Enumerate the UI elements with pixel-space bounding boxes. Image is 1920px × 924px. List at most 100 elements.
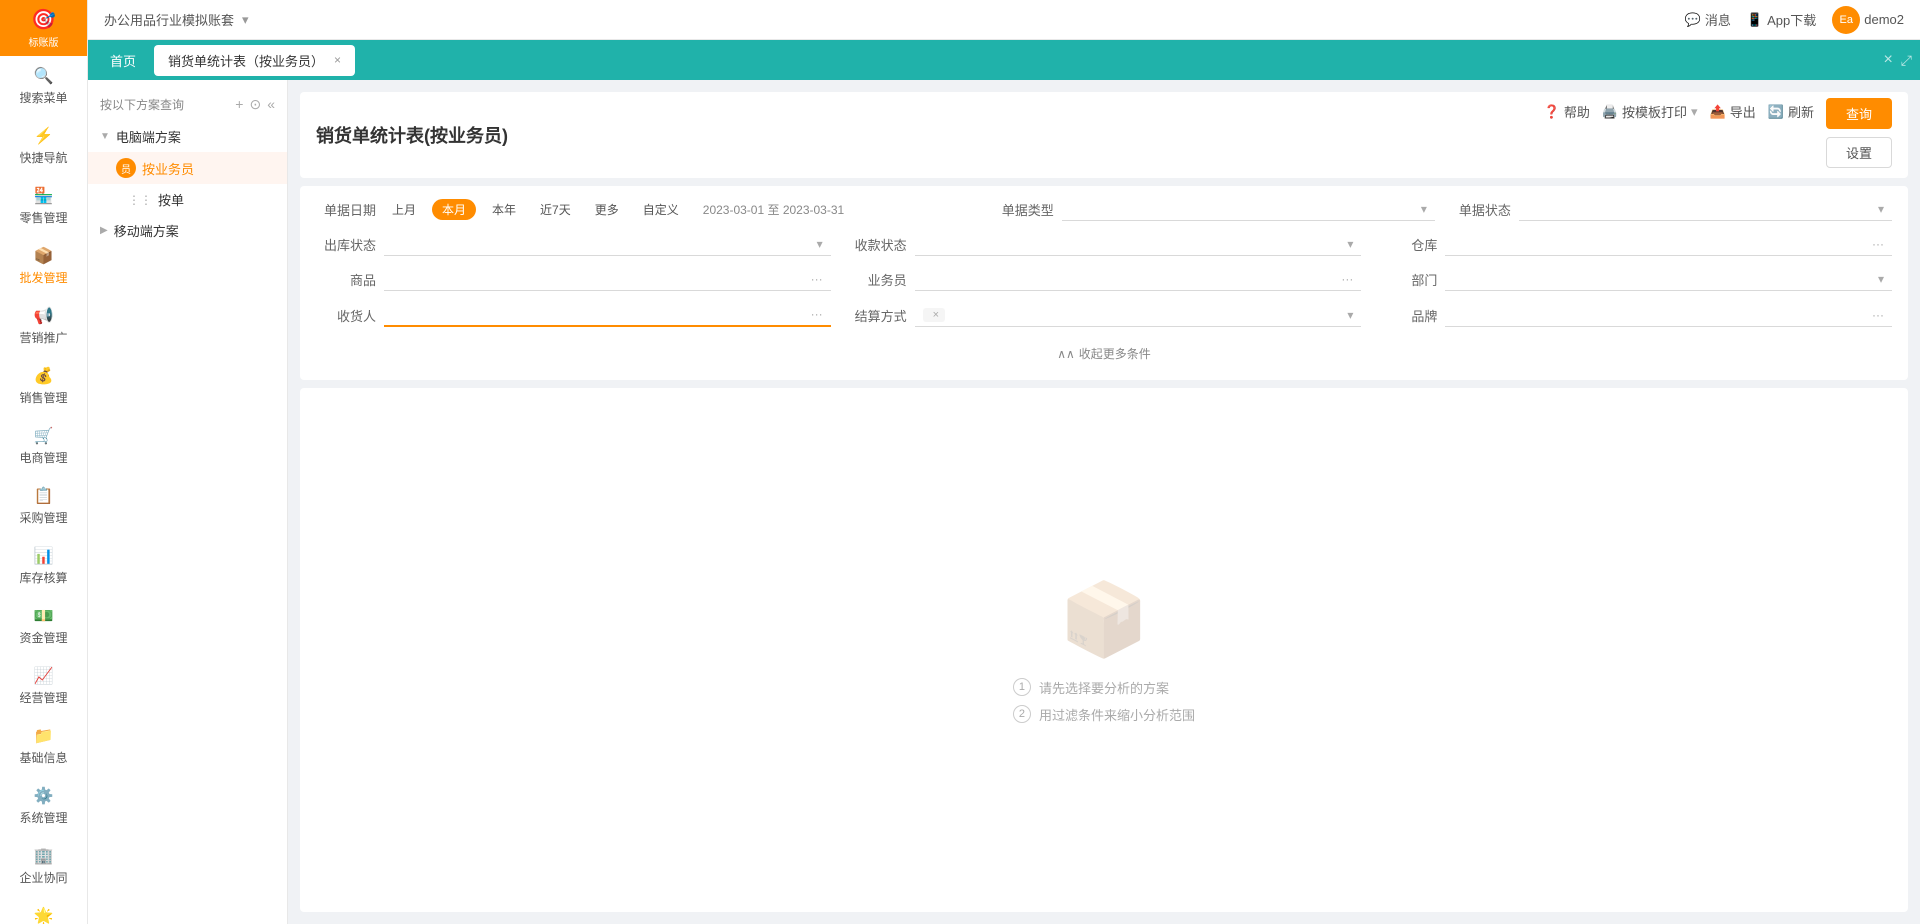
warehouse-label: 仓库 bbox=[1377, 235, 1437, 254]
dropdown-arrow-icon[interactable]: ▾ bbox=[242, 12, 249, 28]
sidebar-item-ecommerce[interactable]: 🛒 电商管理 bbox=[0, 416, 87, 476]
date-label: 单据日期 bbox=[316, 200, 376, 219]
add-scheme-button[interactable]: + bbox=[235, 96, 243, 113]
sidebar-item-finance[interactable]: 💵 资金管理 bbox=[0, 596, 87, 656]
date-tab-lastmonth[interactable]: 上月 bbox=[384, 199, 424, 220]
settlement-select[interactable]: × ▾ bbox=[915, 304, 1362, 327]
message-button[interactable]: 💬 消息 bbox=[1685, 10, 1731, 29]
sidebar-item-sales[interactable]: 💰 销售管理 bbox=[0, 356, 87, 416]
receiver-input[interactable]: ··· bbox=[384, 303, 831, 327]
brand-select[interactable]: ··· bbox=[1445, 304, 1892, 327]
user-profile[interactable]: Ea demo2 bbox=[1832, 6, 1904, 34]
date-tab-thisyear[interactable]: 本年 bbox=[484, 199, 524, 220]
settlement-clear-button[interactable]: × bbox=[933, 309, 939, 321]
app-download-button[interactable]: 📱 App下载 bbox=[1747, 10, 1816, 29]
sidebar-nav: 🔍 搜索菜单 ⚡ 快捷导航 🏪 零售管理 📦 批发管理 📢 营销推广 💰 销售管… bbox=[0, 56, 87, 924]
sidebar-item-retail[interactable]: 🏪 零售管理 bbox=[0, 176, 87, 236]
export-label: 导出 bbox=[1730, 102, 1756, 121]
settings-button[interactable]: 设置 bbox=[1826, 137, 1892, 168]
doc-status-select[interactable]: ▾ bbox=[1519, 198, 1892, 221]
help-button[interactable]: ❓ 帮助 bbox=[1544, 102, 1590, 121]
logo-text: 标账版 bbox=[29, 34, 59, 49]
salesperson-more[interactable]: ··· bbox=[1341, 272, 1353, 286]
stock-out-select[interactable]: ▾ bbox=[384, 233, 831, 256]
doc-type-select[interactable]: ▾ bbox=[1062, 198, 1435, 221]
print-button[interactable]: 🖨️ 按模板打印 ▾ bbox=[1602, 102, 1698, 121]
help-icon: ❓ bbox=[1544, 104, 1560, 120]
logo-icon: 🎯 bbox=[31, 7, 56, 32]
receiver-more[interactable]: ··· bbox=[811, 307, 823, 321]
sidebar-item-wholesale[interactable]: 📦 批发管理 bbox=[0, 236, 87, 296]
sidebar-item-basic[interactable]: 📁 基础信息 bbox=[0, 716, 87, 776]
sidebar-item-system[interactable]: ⚙️ 系统管理 bbox=[0, 776, 87, 836]
brand-more[interactable]: ··· bbox=[1872, 308, 1884, 322]
filter-row-2: 出库状态 ▾ 收款状态 ▾ 仓库 bbox=[316, 233, 1892, 256]
help-label: 帮助 bbox=[1564, 102, 1590, 121]
filter-receiver: 收货人 ··· bbox=[316, 303, 831, 327]
sidebar-item-purchase[interactable]: 📋 采购管理 bbox=[0, 476, 87, 536]
refresh-label: 刷新 bbox=[1788, 102, 1814, 121]
goods-more[interactable]: ··· bbox=[811, 272, 823, 286]
tree-node-by-order[interactable]: ⋮⋮ 按单 bbox=[88, 184, 287, 215]
tab-active[interactable]: 销货单统计表（按业务员） × bbox=[154, 45, 355, 76]
marketing-icon: 📢 bbox=[34, 306, 54, 326]
brand-label: 品牌 bbox=[1377, 306, 1437, 325]
tree-node-mobile[interactable]: ▶ 移动端方案 bbox=[88, 215, 287, 246]
query-buttons: 查询 设置 bbox=[1826, 98, 1892, 168]
date-tab-custom[interactable]: 自定义 bbox=[635, 199, 687, 220]
department-arrow: ▾ bbox=[1878, 272, 1884, 286]
date-tab-thismonth[interactable]: 本月 bbox=[432, 199, 476, 220]
settlement-label: 结算方式 bbox=[847, 306, 907, 325]
tab-home[interactable]: 首页 bbox=[96, 45, 150, 76]
salesperson-label: 业务员 bbox=[847, 270, 907, 289]
sidebar-item-inventory[interactable]: 📊 库存核算 bbox=[0, 536, 87, 596]
date-tab-more[interactable]: 更多 bbox=[587, 199, 627, 220]
print-dropdown-icon: ▾ bbox=[1691, 104, 1698, 120]
filter-row-3: 商品 ··· 业务员 ··· 部门 bbox=[316, 268, 1892, 291]
salesperson-select[interactable]: ··· bbox=[915, 268, 1362, 291]
edit-scheme-button[interactable]: ⊙ bbox=[249, 96, 261, 113]
sidebar-item-label-purchase: 采购管理 bbox=[19, 509, 67, 526]
expand-icon: ▼ bbox=[100, 131, 110, 142]
date-tab-7days[interactable]: 近7天 bbox=[532, 199, 579, 220]
message-icon: 💬 bbox=[1685, 12, 1701, 28]
sidebar-item-search[interactable]: 🔍 搜索菜单 bbox=[0, 56, 87, 116]
collapse-panel-button[interactable]: « bbox=[267, 96, 275, 113]
close-window-button[interactable]: × bbox=[1883, 51, 1892, 69]
sidebar-item-quicknav[interactable]: ⚡ 快捷导航 bbox=[0, 116, 87, 176]
sidebar: 🎯 标账版 🔍 搜索菜单 ⚡ 快捷导航 🏪 零售管理 📦 批发管理 📢 营销推广… bbox=[0, 0, 88, 924]
filter-date: 单据日期 上月 本月 本年 近7天 更多 自定义 2023-03-01 至 20… bbox=[316, 199, 978, 220]
sidebar-item-marketing[interactable]: 📢 营销推广 bbox=[0, 296, 87, 356]
department-select[interactable]: ▾ bbox=[1445, 268, 1892, 291]
top-bar-right: 💬 消息 📱 App下载 Ea demo2 bbox=[1685, 6, 1904, 34]
maximize-button[interactable]: ⤢ bbox=[1901, 52, 1912, 69]
tree-node-desktop[interactable]: ▼ 电脑端方案 bbox=[88, 121, 287, 152]
sidebar-item-label-enterprise: 企业协同 bbox=[19, 869, 67, 886]
warehouse-more[interactable]: ··· bbox=[1872, 237, 1884, 251]
query-button[interactable]: 查询 bbox=[1826, 98, 1892, 129]
sidebar-item-enterprise[interactable]: 🏢 企业协同 bbox=[0, 836, 87, 896]
receipt-select[interactable]: ▾ bbox=[915, 233, 1362, 256]
tree-node-icon-salesperson: 员 bbox=[116, 158, 136, 178]
sidebar-item-newbie[interactable]: 🌟 新手引导 bbox=[0, 896, 87, 924]
expand-icon-mobile: ▶ bbox=[100, 225, 108, 236]
tree-node-by-salesperson[interactable]: 员 按业务员 bbox=[88, 152, 287, 184]
warehouse-select[interactable]: ··· bbox=[1445, 233, 1892, 256]
collapse-button[interactable]: ∧∧ 收起更多条件 bbox=[316, 339, 1892, 368]
finance-icon: 💵 bbox=[34, 606, 54, 626]
goods-select[interactable]: ··· bbox=[384, 268, 831, 291]
tab-close-button[interactable]: × bbox=[334, 53, 341, 67]
tree-node-label-desktop: 电脑端方案 bbox=[116, 127, 181, 146]
wholesale-icon: 📦 bbox=[34, 246, 54, 266]
tip-text-1: 请先选择要分析的方案 bbox=[1039, 678, 1169, 697]
main-area: 办公用品行业模拟账套 ▾ 💬 消息 📱 App下载 Ea demo2 首页 销货… bbox=[88, 0, 1920, 924]
refresh-button[interactable]: 🔄 刷新 bbox=[1768, 102, 1814, 121]
date-filter-tabs: 上月 本月 本年 近7天 更多 自定义 2023-03-01 至 2023-03… bbox=[384, 199, 844, 220]
empty-illustration: 📦 bbox=[1059, 577, 1149, 662]
tab-bar-right: × ⤢ bbox=[1883, 51, 1912, 69]
export-button[interactable]: 📤 导出 bbox=[1710, 102, 1756, 121]
doc-status-label: 单据状态 bbox=[1451, 200, 1511, 219]
left-panel: 按以下方案查询 + ⊙ « ▼ 电脑端方案 员 按业务员 ⋮⋮ bbox=[88, 80, 288, 924]
system-icon: ⚙️ bbox=[34, 786, 54, 806]
sidebar-item-operation[interactable]: 📈 经营管理 bbox=[0, 656, 87, 716]
